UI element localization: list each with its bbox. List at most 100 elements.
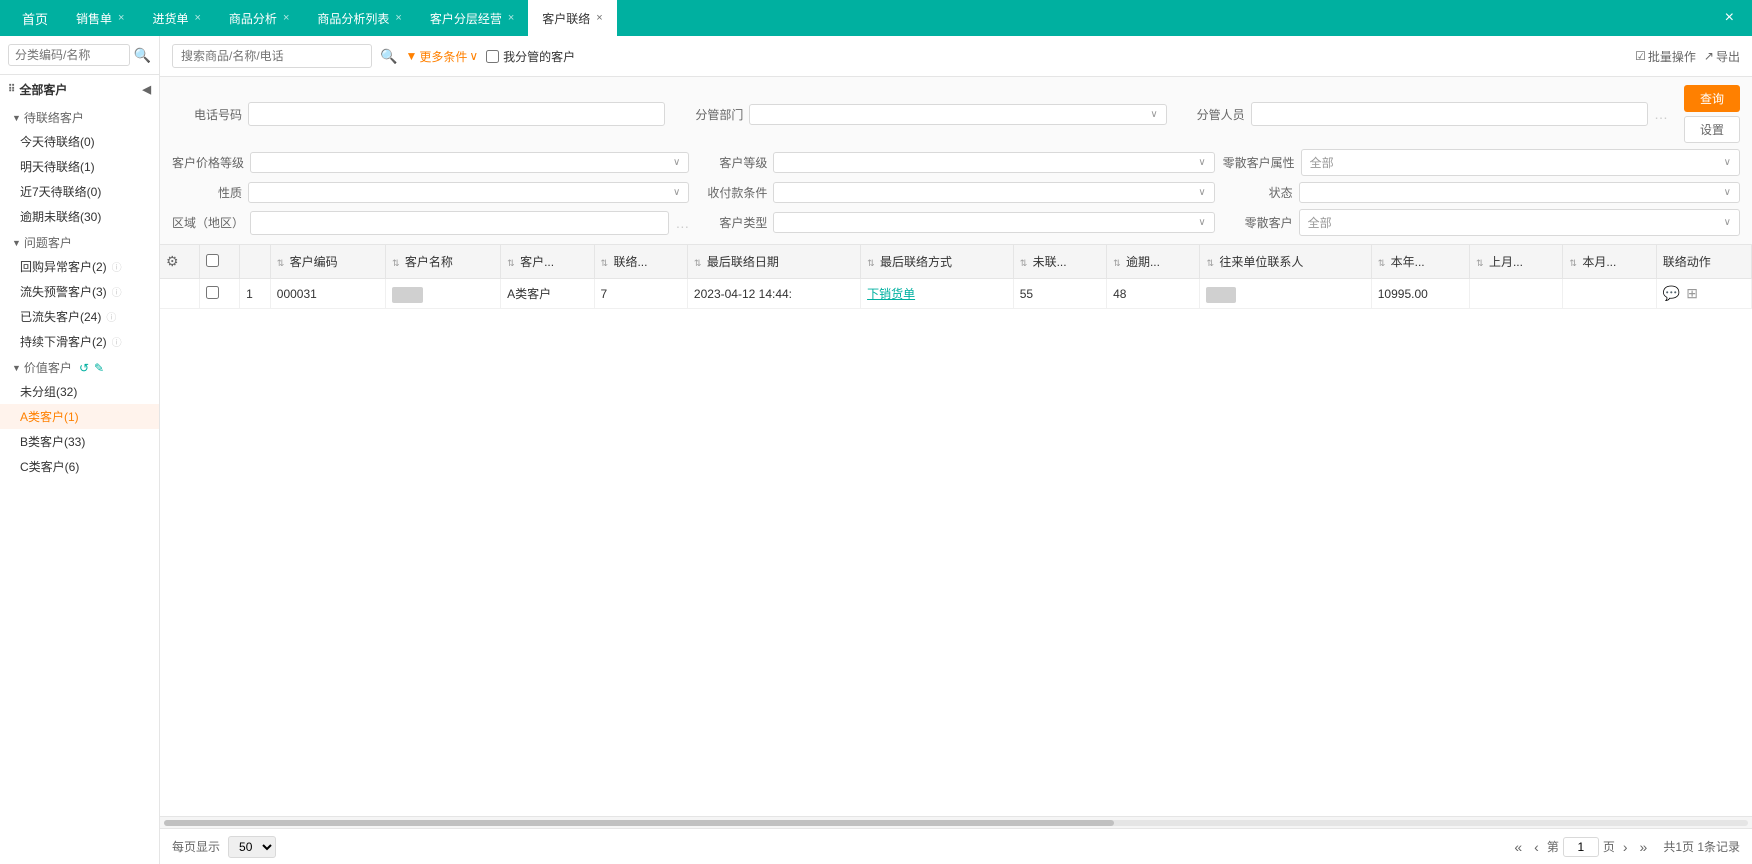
sidebar-item-unclassified[interactable]: 未分组(32) xyxy=(0,379,159,404)
payment-select[interactable]: ∨ xyxy=(773,182,1214,203)
my-customers-checkbox[interactable]: 我分管的客户 xyxy=(486,48,575,65)
uncontacted-col-header[interactable]: ⇅ 未联... xyxy=(1013,245,1106,279)
sidebar-search-input[interactable] xyxy=(8,44,130,66)
last-method-link[interactable]: 下销货单 xyxy=(867,287,915,301)
horizontal-scrollbar[interactable] xyxy=(160,816,1752,828)
my-customers-check[interactable] xyxy=(486,50,499,63)
page-size-select[interactable]: 50 xyxy=(228,836,276,858)
export-button[interactable]: ↗ 导出 xyxy=(1704,48,1740,65)
contact-col-header[interactable]: ⇅ 联络... xyxy=(594,245,687,279)
sparse-customer-select[interactable]: 全部 ∨ xyxy=(1299,209,1740,236)
last-method-col-header[interactable]: ⇅ 最后联络方式 xyxy=(861,245,1014,279)
last-date-col-header[interactable]: ⇅ 最后联络日期 xyxy=(687,245,860,279)
overdue-col-header[interactable]: ⇅ 逾期... xyxy=(1107,245,1200,279)
customer-grade-select[interactable]: ∨ xyxy=(773,152,1214,173)
sidebar-item-repurchase-abnormal[interactable]: 回购异常客户(2) ⓘ xyxy=(0,254,159,279)
sidebar-search-icon[interactable]: 🔍 xyxy=(134,47,151,64)
sort-icon-last-date: ⇅ xyxy=(694,258,702,268)
sidebar-item-churned[interactable]: 已流失客户(24) ⓘ xyxy=(0,304,159,329)
page-label: 第 xyxy=(1547,838,1559,855)
region-dots-icon[interactable]: … xyxy=(675,215,689,231)
nav-product-analysis-list[interactable]: 商品分析列表 × xyxy=(303,0,415,36)
name-col-header[interactable]: ⇅ 客户名称 xyxy=(385,245,500,279)
dots-icon: ⠿ xyxy=(8,84,15,95)
sidebar-group-problem[interactable]: ▼ 问题客户 xyxy=(0,229,159,254)
sidebar-item-declining[interactable]: 持续下滑客户(2) ⓘ xyxy=(0,329,159,354)
close-sales-icon[interactable]: × xyxy=(118,12,124,24)
sidebar-item-7days-pending[interactable]: 近7天待联络(0) xyxy=(0,179,159,204)
last-month-col-header[interactable]: ⇅ 上月... xyxy=(1470,245,1563,279)
batch-icon: ☑ xyxy=(1635,49,1646,63)
close-product-analysis-icon[interactable]: × xyxy=(283,12,289,24)
main-layout: 🔍 ⠿ 全部客户 ◀ ▼ 待联络客户 今天待联络(0) 明天待联络(1) 近7天… xyxy=(0,36,1752,864)
sidebar-group-pending[interactable]: ▼ 待联络客户 xyxy=(0,104,159,129)
next-page-button[interactable]: › xyxy=(1619,837,1632,857)
settings-col-header[interactable]: ⚙ xyxy=(160,245,199,279)
row-unit-contact: RE . xyxy=(1200,279,1371,309)
select-all-checkbox[interactable] xyxy=(206,254,219,267)
query-button[interactable]: 查询 xyxy=(1684,85,1740,112)
close-purchase-icon[interactable]: × xyxy=(194,12,200,24)
first-page-button[interactable]: « xyxy=(1510,837,1526,857)
message-icon[interactable]: 💬 xyxy=(1663,285,1680,302)
top-navigation: 首页 销售单 × 进货单 × 商品分析 × 商品分析列表 × 客户分层经营 × … xyxy=(0,0,1752,36)
row-overdue: 48 xyxy=(1107,279,1200,309)
nav-home[interactable]: 首页 xyxy=(8,0,62,36)
status-select[interactable]: ∨ xyxy=(1299,182,1740,203)
phone-input[interactable] xyxy=(248,102,665,126)
scrollbar-track[interactable] xyxy=(164,820,1748,826)
checkbox-col-header[interactable] xyxy=(199,245,240,279)
nature-select[interactable]: ∨ xyxy=(248,182,689,203)
close-product-analysis-list-icon[interactable]: × xyxy=(395,12,401,24)
nav-sales[interactable]: 销售单 × xyxy=(62,0,138,36)
row-num: 1 xyxy=(240,279,271,309)
sidebar-item-tomorrow-pending[interactable]: 明天待联络(1) xyxy=(0,154,159,179)
settings-button[interactable]: 设置 xyxy=(1684,116,1740,143)
page-end-label: 页 xyxy=(1603,838,1615,855)
sidebar-item-churn-warning[interactable]: 流失预警客户(3) ⓘ xyxy=(0,279,159,304)
sidebar-item-class-a[interactable]: A类客户(1) xyxy=(0,404,159,429)
sidebar-all-customers[interactable]: ⠿ 全部客户 ◀ xyxy=(0,75,159,104)
settings-gear-icon[interactable]: ⚙ xyxy=(166,253,179,269)
this-year-col-header[interactable]: ⇅ 本年... xyxy=(1371,245,1469,279)
nav-purchase[interactable]: 进货单 × xyxy=(138,0,214,36)
sidebar-item-today-pending[interactable]: 今天待联络(0) xyxy=(0,129,159,154)
sidebar-item-class-c[interactable]: C类客户(6) xyxy=(0,454,159,479)
prev-page-button[interactable]: ‹ xyxy=(1530,837,1543,857)
sparse-attr-select[interactable]: 全部 ∨ xyxy=(1301,149,1740,176)
price-grade-select[interactable]: ∨ xyxy=(250,152,689,173)
nav-customer-segment[interactable]: 客户分层经营 × xyxy=(416,0,528,36)
pending-group-label: 待联络客户 xyxy=(24,109,84,126)
row-checkbox[interactable] xyxy=(199,279,240,309)
sidebar-item-class-b[interactable]: B类客户(33) xyxy=(0,429,159,454)
last-page-button[interactable]: » xyxy=(1636,837,1652,857)
type-col-header[interactable]: ⇅ 客户... xyxy=(501,245,594,279)
row-last-method[interactable]: 下销货单 xyxy=(861,279,1014,309)
this-month-col-header[interactable]: ⇅ 本月... xyxy=(1563,245,1656,279)
batch-op-button[interactable]: ☑ 批量操作 xyxy=(1635,48,1696,65)
refresh-icon[interactable]: ↺ xyxy=(79,361,89,375)
manager-dots-icon[interactable]: … xyxy=(1654,106,1668,122)
dept-select[interactable]: ∨ xyxy=(749,104,1166,125)
customer-type-select[interactable]: ∨ xyxy=(773,212,1214,233)
page-input[interactable] xyxy=(1563,837,1599,857)
nav-customer-contact[interactable]: 客户联络 × xyxy=(528,0,616,36)
more-filters-button[interactable]: ▼ 更多条件 ∨ xyxy=(405,48,478,65)
close-all-tabs-button[interactable]: × xyxy=(1715,9,1744,27)
sidebar-item-overdue-uncontacted[interactable]: 逾期未联络(30) xyxy=(0,204,159,229)
code-col-header[interactable]: ⇅ 客户编码 xyxy=(270,245,385,279)
scrollbar-thumb[interactable] xyxy=(164,820,1114,826)
close-customer-segment-icon[interactable]: × xyxy=(508,12,514,24)
row-select-checkbox[interactable] xyxy=(206,286,219,299)
manager-input[interactable] xyxy=(1251,102,1648,126)
sidebar-group-value[interactable]: ▼ 价值客户 ↺ ✎ xyxy=(0,354,159,379)
collapse-icon[interactable]: ◀ xyxy=(143,83,151,96)
region-input[interactable] xyxy=(250,211,669,235)
filter-search-input[interactable] xyxy=(172,44,372,68)
edit-icon[interactable]: ✎ xyxy=(94,361,104,375)
close-customer-contact-icon[interactable]: × xyxy=(596,12,602,24)
nav-product-analysis[interactable]: 商品分析 × xyxy=(215,0,303,36)
qr-icon[interactable]: ⊞ xyxy=(1686,285,1698,302)
filter-search-button[interactable]: 🔍 xyxy=(380,48,397,65)
unit-contact-col-header[interactable]: ⇅ 往来单位联系人 xyxy=(1200,245,1371,279)
